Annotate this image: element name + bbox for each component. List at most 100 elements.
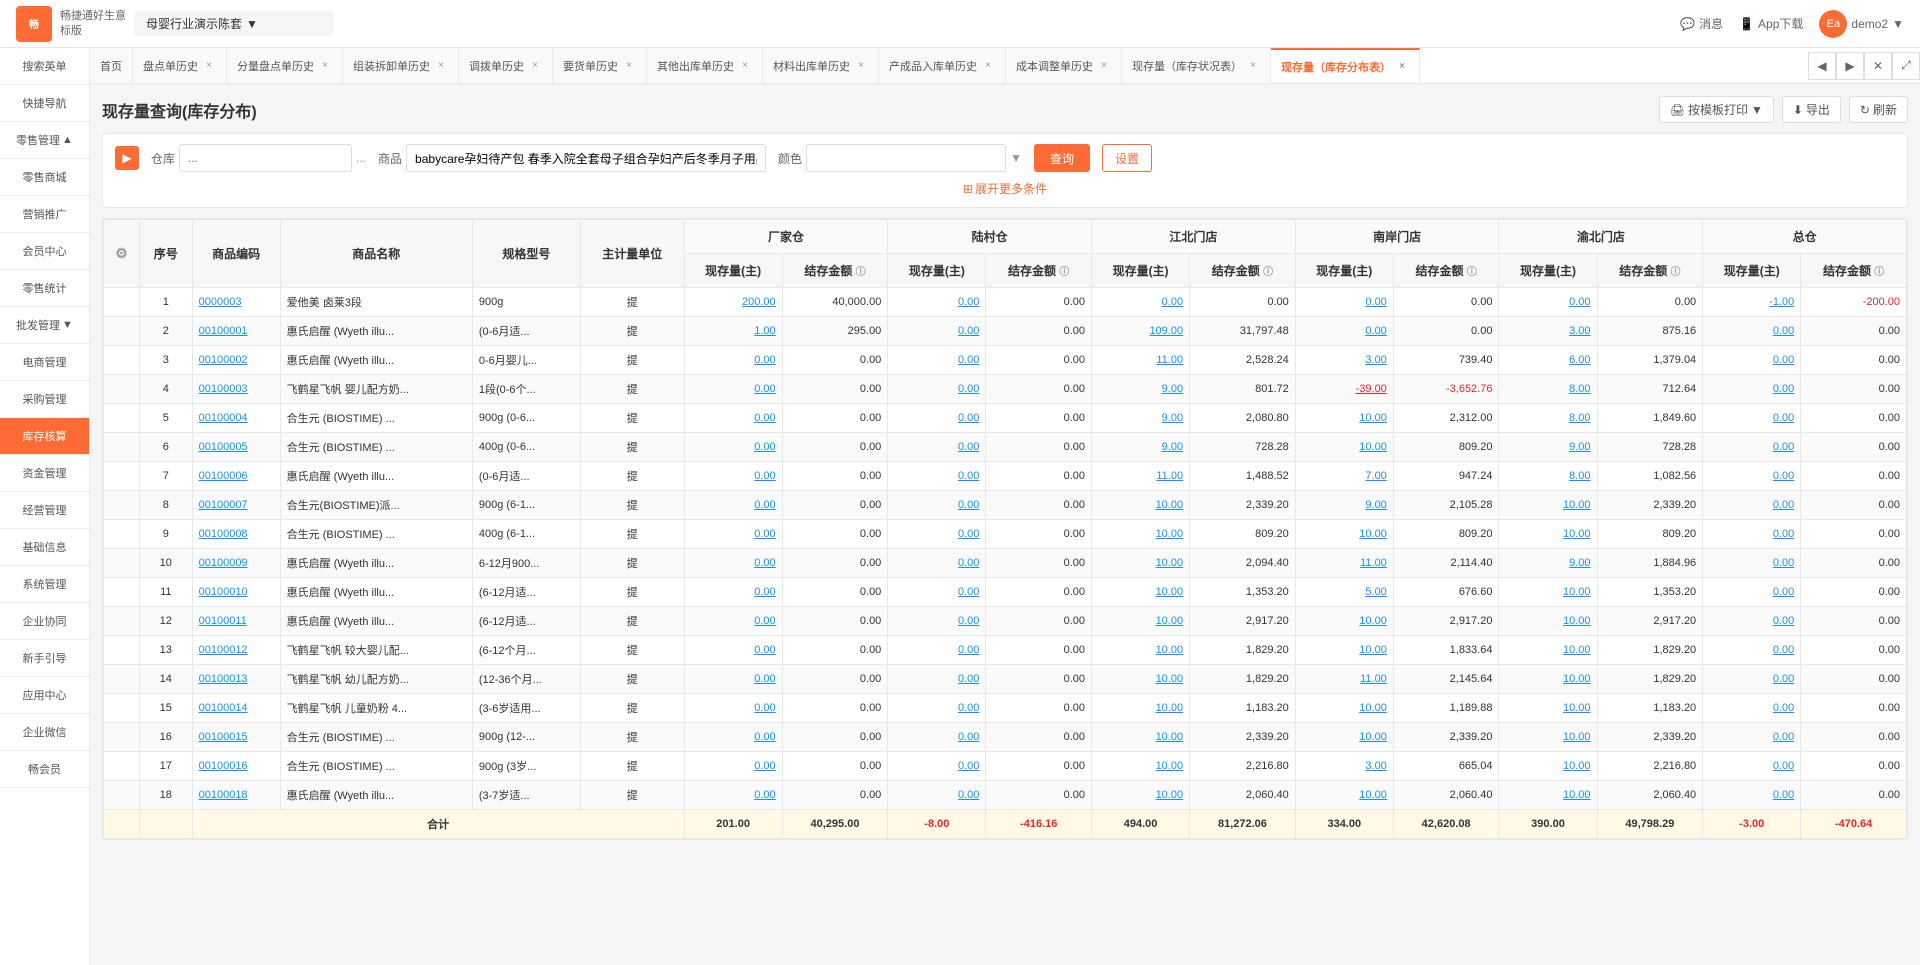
- sidebar-item-system[interactable]: 系统管理: [0, 566, 89, 603]
- tab-close-icon[interactable]: ×: [1246, 59, 1260, 73]
- info-icon[interactable]: ⓘ: [856, 267, 866, 278]
- tab-close-icon[interactable]: ×: [318, 59, 332, 73]
- th-lucuncang-stock: 现存量(主): [888, 254, 986, 288]
- page-header: 现存量查询(库存分布) 🖨 按模板打印 ▼ ⬇ 导出 ↻ 刷新: [102, 96, 1908, 123]
- info-icon[interactable]: ⓘ: [1263, 267, 1273, 278]
- export-label: 导出: [1806, 101, 1830, 118]
- app-download-btn[interactable]: 📱 App下载: [1739, 15, 1803, 32]
- tab-prev-btn[interactable]: ◀: [1808, 52, 1836, 80]
- ellipsis-icon[interactable]: ...: [356, 151, 366, 165]
- th-unit: 主计量单位: [580, 220, 684, 288]
- tab-requisition[interactable]: 要货单历史×: [553, 48, 647, 84]
- sidebar-item-finance[interactable]: 资金管理: [0, 455, 89, 492]
- th-changjiancang-amount: 结存金额 ⓘ: [782, 254, 888, 288]
- info-icon[interactable]: ⓘ: [1671, 267, 1681, 278]
- sidebar-item-retail-mall[interactable]: 零售商城: [0, 159, 89, 196]
- sidebar-item-marketing[interactable]: 营销推广: [0, 196, 89, 233]
- tab-close-icon[interactable]: ×: [528, 59, 542, 73]
- sidebar-item-collab[interactable]: 企业协同: [0, 603, 89, 640]
- table-row: 10000003爱他美 卤莱3段900g提200.0040,000.000.00…: [104, 288, 1907, 317]
- tab-material-out[interactable]: 材料出库单历史 ×: [763, 48, 879, 84]
- warehouse-input[interactable]: [179, 144, 352, 172]
- messages-btn[interactable]: 💬 消息: [1680, 15, 1723, 32]
- messages-label: 消息: [1699, 15, 1723, 32]
- sidebar-item-wecom[interactable]: 企业微信: [0, 714, 89, 751]
- info-icon[interactable]: ⓘ: [1467, 267, 1477, 278]
- tab-transfer[interactable]: 调拨单历史×: [459, 48, 553, 84]
- inventory-table: ⚙ 序号 商品编码 商品名称 规格型号 主计量单位 厂家仓 陆村仓 江北门店 南…: [103, 219, 1907, 839]
- search-btn[interactable]: 查询: [1034, 144, 1090, 172]
- tab-close-icon[interactable]: ×: [202, 59, 216, 73]
- user-menu[interactable]: Ea demo2 ▼: [1819, 10, 1904, 38]
- table-row: 300100002惠氏启醒 (Wyeth illu...0-6月婴儿...提0.…: [104, 346, 1907, 375]
- tab-close-icon[interactable]: ×: [622, 59, 636, 73]
- tab-home[interactable]: 首页: [90, 48, 133, 84]
- tab-inventory-single[interactable]: 盘点单历史×: [133, 48, 227, 84]
- chevron-down-icon: ▼: [1010, 151, 1022, 165]
- tab-expand-btn[interactable]: ⤢: [1892, 52, 1920, 80]
- logo-area: 畅 畅捷通好生意 标版 母婴行业演示陈套 ▼: [16, 6, 334, 42]
- th-jiangbei-amount: 结存金额 ⓘ: [1190, 254, 1296, 288]
- top-bar: 畅 畅捷通好生意 标版 母婴行业演示陈套 ▼ 💬 消息 📱 App下载 Ea d…: [0, 0, 1920, 48]
- download-icon: 📱: [1739, 17, 1754, 31]
- sidebar-item-purchase[interactable]: 采购管理: [0, 381, 89, 418]
- color-input[interactable]: [806, 144, 1006, 172]
- product-input[interactable]: [406, 144, 766, 172]
- th-code: 商品编码: [192, 220, 280, 288]
- refresh-btn[interactable]: ↻ 刷新: [1849, 96, 1908, 123]
- print-btn[interactable]: 🖨 按模板打印 ▼: [1659, 96, 1774, 123]
- tab-label: 其他出库单历史: [657, 58, 734, 74]
- tab-assembly[interactable]: 组装拆卸单历史×: [343, 48, 459, 84]
- tab-cost-adjust[interactable]: 成本调整单历史×: [1006, 48, 1122, 84]
- sidebar-item-member[interactable]: 会员中心: [0, 233, 89, 270]
- gear-icon[interactable]: ⚙: [115, 245, 128, 261]
- sidebar-item-inventory[interactable]: 库存核算: [0, 418, 89, 455]
- tab-close-icon[interactable]: ×: [434, 59, 448, 73]
- filter-row: ▶ 仓库 ... 商品 颜色 ▼ 查询 设置: [115, 144, 1895, 172]
- logo-line1: 畅捷通好生意: [60, 9, 126, 23]
- warehouse-label: 仓库: [151, 150, 175, 167]
- sidebar-item-basics[interactable]: 基础信息: [0, 529, 89, 566]
- th-zongcang-group: 总仓: [1703, 220, 1907, 254]
- th-nanan-group: 南岸门店: [1295, 220, 1499, 254]
- filter-toggle-btn[interactable]: ▶: [115, 146, 139, 170]
- product-label: 商品: [378, 150, 402, 167]
- th-yubei-stock: 现存量(主): [1499, 254, 1597, 288]
- sidebar-item-search[interactable]: 搜索英单: [0, 48, 89, 85]
- tab-stock-status[interactable]: 现存量（库存状况表）×: [1122, 48, 1271, 84]
- tab-product-in[interactable]: 产成品入库单历史×: [879, 48, 1006, 84]
- settings-btn[interactable]: 设置: [1102, 144, 1152, 172]
- sidebar-item-retail-mgmt[interactable]: 零售管理 ▲: [0, 122, 89, 159]
- info-icon[interactable]: ⓘ: [1059, 267, 1069, 278]
- table-row: 1200100011惠氏启醒 (Wyeth illu...(6-12月适...提…: [104, 607, 1907, 636]
- tab-close-icon[interactable]: ×: [738, 59, 752, 73]
- tab-other-out[interactable]: 其他出库单历史 ×: [647, 48, 763, 84]
- table-row: 1600100015合生元 (BIOSTIME) ...900g (12-...…: [104, 723, 1907, 752]
- sidebar-item-operations[interactable]: 经营管理: [0, 492, 89, 529]
- industry-selector[interactable]: 母婴行业演示陈套 ▼: [134, 11, 334, 36]
- th-yubei-group: 渝北门店: [1499, 220, 1703, 254]
- sidebar-item-apps[interactable]: 应用中心: [0, 677, 89, 714]
- sidebar-item-ecommerce[interactable]: 电商管理: [0, 344, 89, 381]
- sidebar-item-wholesale[interactable]: 批发管理 ▼: [0, 307, 89, 344]
- sidebar-item-quick-nav[interactable]: 快捷导航: [0, 85, 89, 122]
- expand-more-btn[interactable]: ⊞ 展开更多条件: [963, 180, 1047, 197]
- tab-close-icon[interactable]: ×: [981, 59, 995, 73]
- tab-close-all-btn[interactable]: ✕: [1864, 52, 1892, 80]
- tab-close-icon[interactable]: ×: [1395, 60, 1409, 74]
- tab-next-btn[interactable]: ▶: [1836, 52, 1864, 80]
- tab-stock-dist[interactable]: 现存量（库存分布表）×: [1271, 48, 1420, 84]
- tab-label: 材料出库单历史: [773, 58, 850, 74]
- chevron-down-icon: ▼: [1892, 17, 1904, 31]
- sidebar-item-retail-stats[interactable]: 零售统计: [0, 270, 89, 307]
- sidebar-item-guide[interactable]: 新手引导: [0, 640, 89, 677]
- export-btn[interactable]: ⬇ 导出: [1782, 96, 1841, 123]
- message-icon: 💬: [1680, 17, 1695, 31]
- sidebar-item-vip[interactable]: 畅会员: [0, 751, 89, 788]
- logo-icon: 畅: [16, 6, 52, 42]
- info-icon[interactable]: ⓘ: [1874, 267, 1884, 278]
- tab-close-icon[interactable]: ×: [854, 59, 868, 73]
- tab-partial-inventory[interactable]: 分量盘点单历史×: [227, 48, 343, 84]
- tab-close-icon[interactable]: ×: [1097, 59, 1111, 73]
- th-jiangbei-group: 江北门店: [1092, 220, 1296, 254]
